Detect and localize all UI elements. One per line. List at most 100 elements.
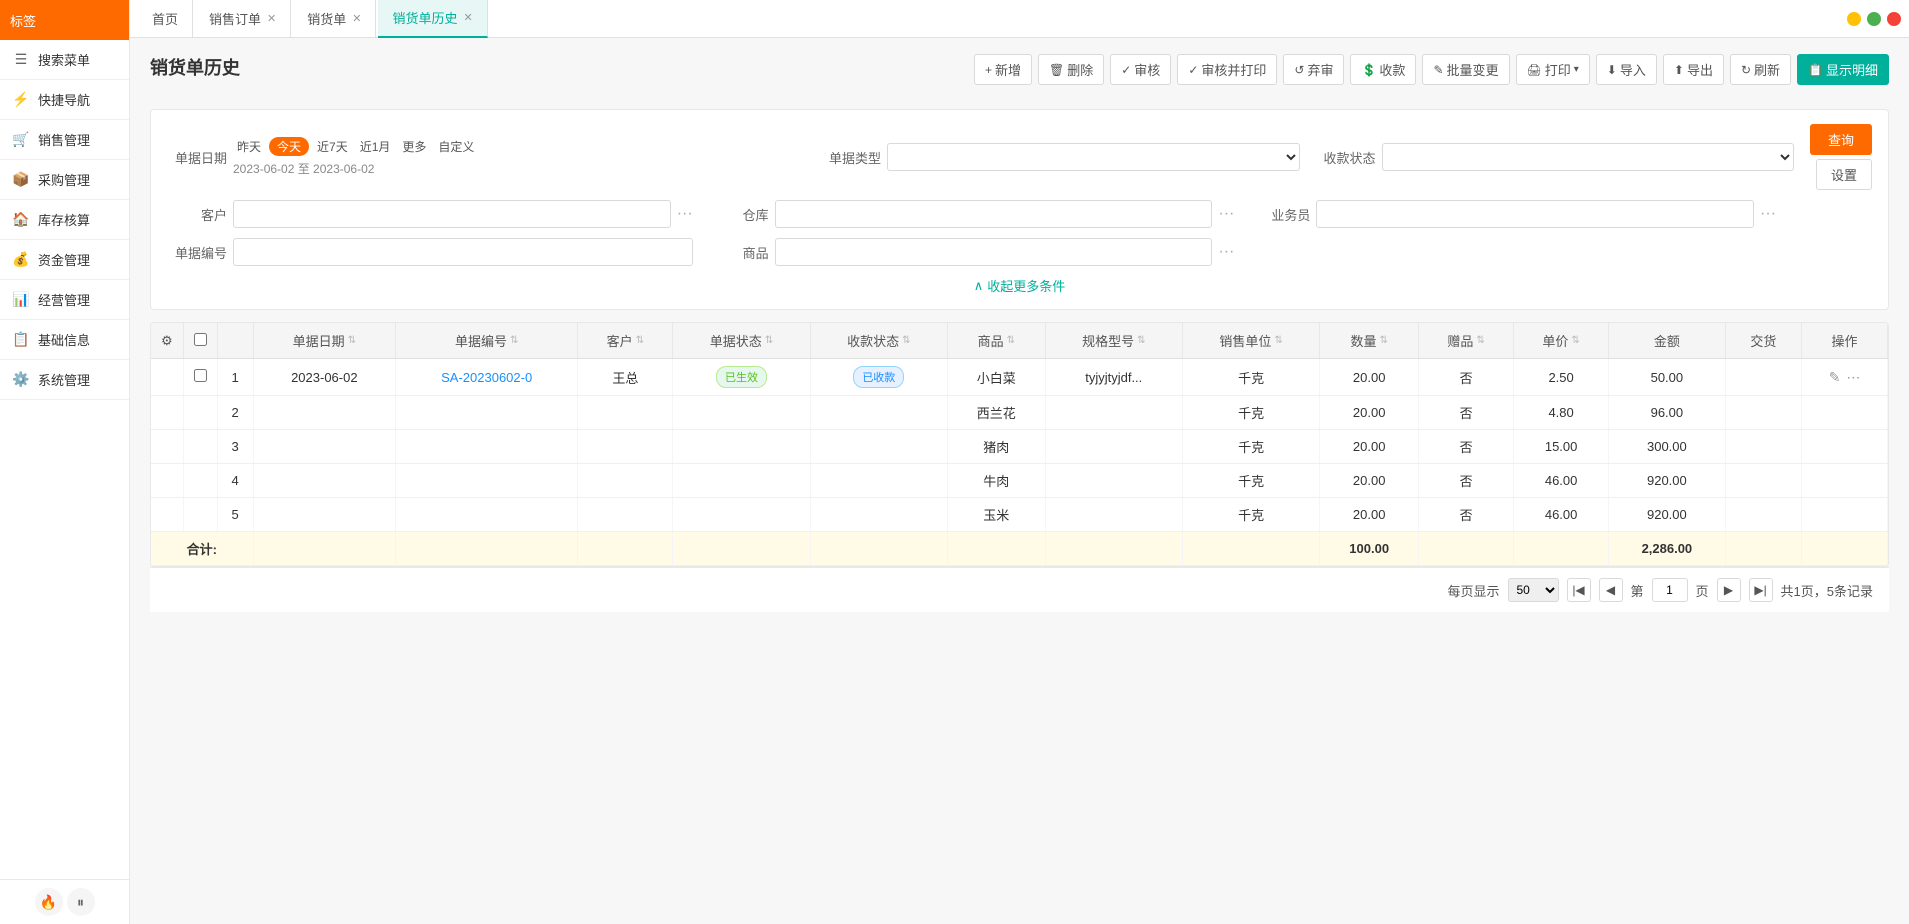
tab-sales-order[interactable]: 销售订单 ✕ xyxy=(195,0,291,38)
batch-change-button[interactable]: ✎ 批量变更 xyxy=(1422,54,1509,85)
settings-button[interactable]: 设置 xyxy=(1816,159,1872,190)
tab-sales-delivery[interactable]: 销货单 ✕ xyxy=(293,0,376,38)
table-row: 2 西兰花 千克 20.00 否 4.80 96.00 xyxy=(151,396,1888,430)
goods-dots[interactable]: ··· xyxy=(1218,243,1234,261)
th-spec[interactable]: 规格型号⇅ xyxy=(1045,323,1182,359)
td-gift: 否 xyxy=(1419,464,1514,498)
first-page-btn[interactable]: |◀ xyxy=(1567,578,1591,602)
th-gear[interactable]: ⚙ xyxy=(151,323,183,359)
show-detail-button[interactable]: 📋 显示明细 xyxy=(1797,54,1889,85)
sidebar-item-operations[interactable]: 📊 经营管理 xyxy=(0,280,129,320)
td-price: 46.00 xyxy=(1514,498,1609,532)
delete-button[interactable]: 🗑 删除 xyxy=(1038,54,1104,85)
th-price[interactable]: 单价⇅ xyxy=(1514,323,1609,359)
new-button[interactable]: + 新增 xyxy=(974,54,1032,85)
audit-print-button[interactable]: ✓ 审核并打印 xyxy=(1177,54,1277,85)
sales-mgmt-icon: 🛒 xyxy=(12,131,30,149)
tab-sales-history[interactable]: 销货单历史 ✕ xyxy=(378,0,487,38)
page-label: 第 xyxy=(1631,581,1644,600)
window-close-btn[interactable] xyxy=(1887,12,1901,26)
window-maximize-btn[interactable] xyxy=(1867,12,1881,26)
staff-label: 业务员 xyxy=(1250,205,1310,224)
th-doc-status[interactable]: 单据状态⇅ xyxy=(673,323,810,359)
sidebar-item-sys-mgmt[interactable]: ⚙️ 系统管理 xyxy=(0,360,129,400)
th-pay-status[interactable]: 收款状态⇅ xyxy=(810,323,947,359)
date-shortcut-7days[interactable]: 近7天 xyxy=(313,137,352,156)
last-page-btn[interactable]: ▶| xyxy=(1749,578,1773,602)
doc-type-select[interactable] xyxy=(887,143,1300,171)
customer-input[interactable] xyxy=(233,200,671,228)
refresh-icon: ↻ xyxy=(1741,63,1751,77)
edit-action-icon[interactable]: ✎ xyxy=(1829,369,1841,386)
date-shortcut-today[interactable]: 今天 xyxy=(269,137,309,156)
collect-button[interactable]: 💲 收款 xyxy=(1350,54,1416,85)
audit-button[interactable]: ✓ 审核 xyxy=(1110,54,1171,85)
sort-customer-icon: ⇅ xyxy=(636,335,644,346)
next-page-btn[interactable]: ▶ xyxy=(1717,578,1741,602)
td-actions: ✎⋯ xyxy=(1802,359,1888,396)
sidebar-item-search-menu[interactable]: ☰ 搜索菜单 xyxy=(0,40,129,80)
sidebar-item-inventory[interactable]: 🏠 库存核算 xyxy=(0,200,129,240)
doc-no-link[interactable]: SA-20230602-0 xyxy=(441,370,532,385)
prev-page-btn[interactable]: ◀ xyxy=(1599,578,1623,602)
td-doc-date xyxy=(253,498,395,532)
refresh-button[interactable]: ↻ 刷新 xyxy=(1730,54,1791,85)
inventory-icon: 🏠 xyxy=(12,211,30,229)
print-button[interactable]: 🖨 打印 ▾ xyxy=(1516,54,1590,85)
th-unit[interactable]: 销售单位⇅ xyxy=(1182,323,1319,359)
date-shortcut-yesterday[interactable]: 昨天 xyxy=(233,137,265,156)
sidebar-item-purchase-mgmt[interactable]: 📦 采购管理 xyxy=(0,160,129,200)
footer-empty-2 xyxy=(396,532,578,566)
goods-input[interactable] xyxy=(775,238,1213,266)
window-minimize-btn[interactable] xyxy=(1847,12,1861,26)
toolbar: + 新增 🗑 删除 ✓ 审核 ✓ 审核并打印 ↺ 弃审 xyxy=(974,54,1889,85)
staff-input[interactable] xyxy=(1316,200,1754,228)
tab-sales-delivery-close[interactable]: ✕ xyxy=(352,12,361,25)
page-suffix: 页 xyxy=(1696,581,1709,600)
tab-home[interactable]: 首页 xyxy=(138,0,193,38)
sidebar-item-quick-nav[interactable]: ⚡ 快捷导航 xyxy=(0,80,129,120)
date-shortcut-more[interactable]: 更多 xyxy=(398,137,430,156)
date-shortcut-1month[interactable]: 近1月 xyxy=(356,137,395,156)
th-gift[interactable]: 赠品⇅ xyxy=(1419,323,1514,359)
tab-sales-history-close[interactable]: ✕ xyxy=(464,11,473,24)
warehouse-input[interactable] xyxy=(775,200,1213,228)
warehouse-dots[interactable]: ··· xyxy=(1218,205,1234,223)
doc-no-input[interactable] xyxy=(233,238,693,266)
td-price: 2.50 xyxy=(1514,359,1609,396)
date-shortcut-custom[interactable]: 自定义 xyxy=(434,137,478,156)
collect-status-select[interactable] xyxy=(1382,143,1795,171)
print-dropdown-icon: ▾ xyxy=(1574,64,1579,75)
abandon-button[interactable]: ↺ 弃审 xyxy=(1283,54,1344,85)
per-page-select[interactable]: 50 100 xyxy=(1508,578,1559,602)
filter-row-3: 单据编号 商品 ··· xyxy=(167,238,1872,266)
sidebar-fire-btn[interactable]: 🔥 xyxy=(35,888,63,916)
sidebar-item-finance[interactable]: 💰 资金管理 xyxy=(0,240,129,280)
tab-sales-delivery-label: 销货单 xyxy=(307,9,346,28)
export-button[interactable]: ⬆ 导出 xyxy=(1663,54,1724,85)
filter-collapse-btn[interactable]: ∧ 收起更多条件 xyxy=(167,276,1872,295)
th-goods[interactable]: 商品⇅ xyxy=(947,323,1045,359)
sort-goods-icon: ⇅ xyxy=(1007,335,1015,346)
customer-dots[interactable]: ··· xyxy=(677,205,693,223)
page-number-input[interactable] xyxy=(1652,578,1688,602)
query-button[interactable]: 查询 xyxy=(1810,124,1872,155)
td-gift: 否 xyxy=(1419,396,1514,430)
row-checkbox[interactable] xyxy=(194,369,207,382)
tab-sales-order-close[interactable]: ✕ xyxy=(267,12,276,25)
sidebar-pause-btn[interactable]: ⏸ xyxy=(67,888,95,916)
sort-qty-icon: ⇅ xyxy=(1379,335,1387,346)
sidebar-item-label: 基础信息 xyxy=(38,330,90,349)
staff-dots[interactable]: ··· xyxy=(1760,205,1776,223)
more-action-icon[interactable]: ⋯ xyxy=(1846,369,1860,386)
sidebar-item-basic-info[interactable]: 📋 基础信息 xyxy=(0,320,129,360)
sidebar-item-sales-mgmt[interactable]: 🛒 销售管理 xyxy=(0,120,129,160)
th-customer[interactable]: 客户⇅ xyxy=(578,323,673,359)
th-qty[interactable]: 数量⇅ xyxy=(1320,323,1419,359)
filter-doc-no: 单据编号 xyxy=(167,238,693,266)
th-doc-date[interactable]: 单据日期⇅ xyxy=(253,323,395,359)
select-all-checkbox[interactable] xyxy=(194,333,207,346)
td-trade xyxy=(1725,359,1801,396)
th-doc-no[interactable]: 单据编号⇅ xyxy=(396,323,578,359)
import-button[interactable]: ⬇ 导入 xyxy=(1596,54,1657,85)
